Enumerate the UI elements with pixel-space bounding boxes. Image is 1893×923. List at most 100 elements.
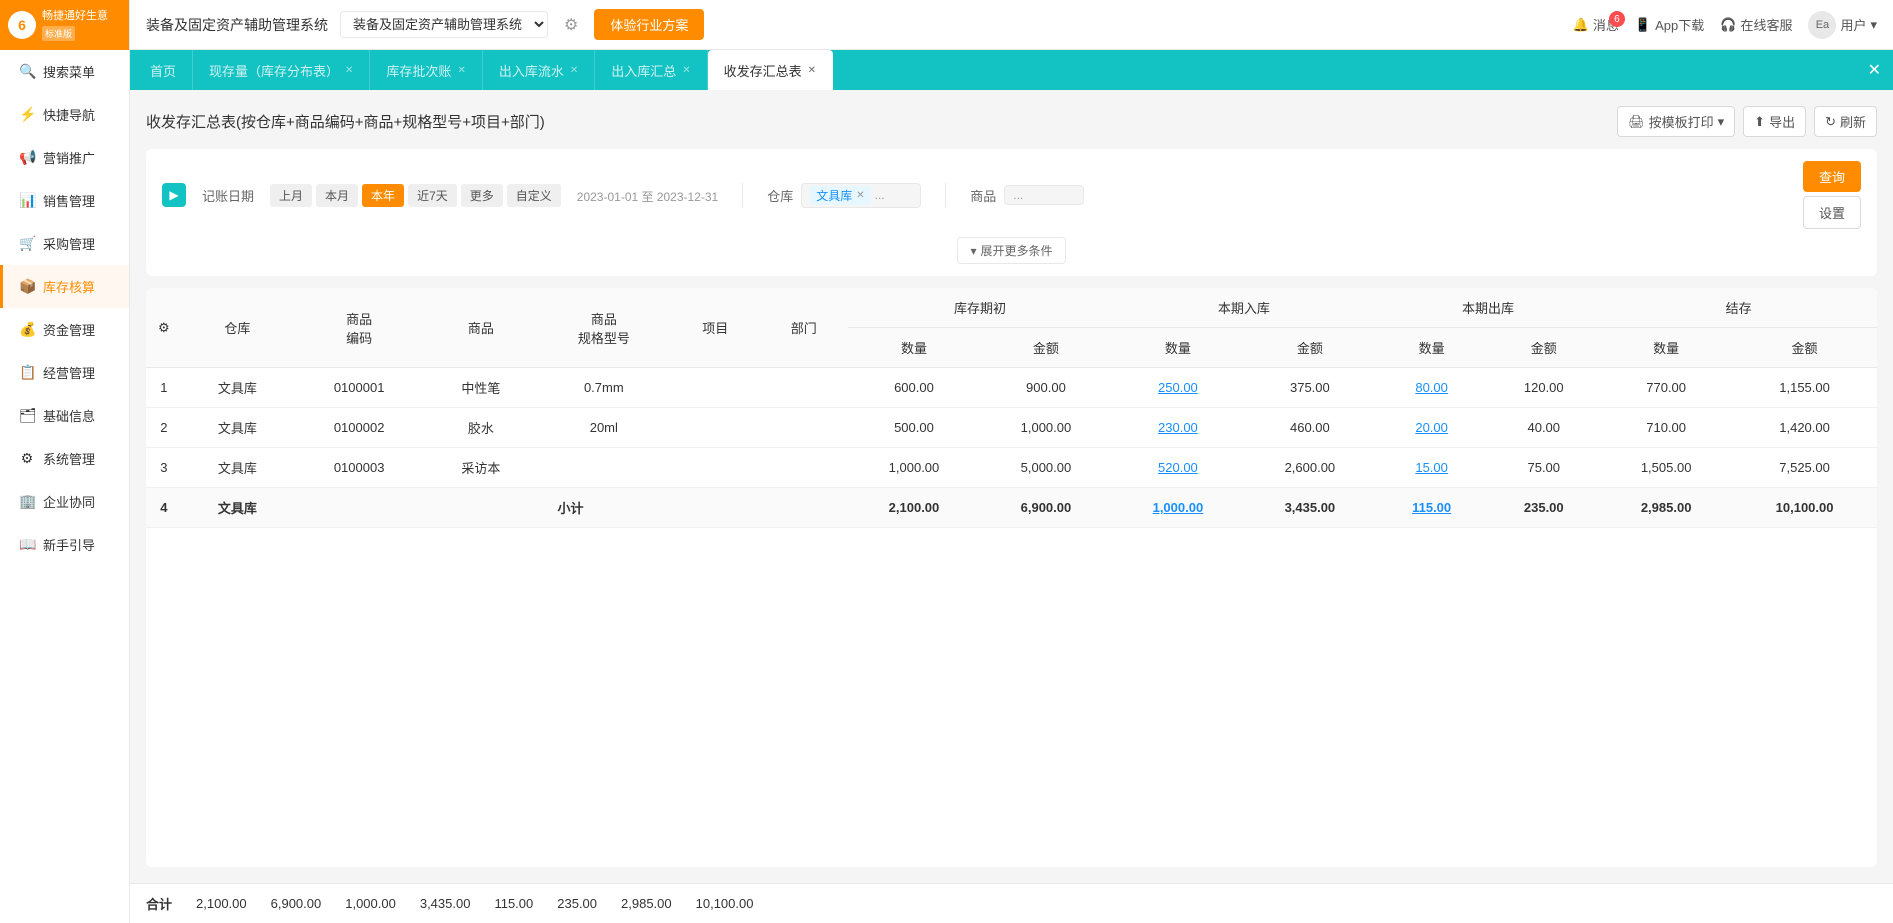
tab-recv-send-summary[interactable]: 收发存汇总表 ✕ (708, 50, 833, 90)
date-btn-7days[interactable]: 近7天 (408, 184, 457, 207)
tab-batch-voucher-label: 库存批次账 (386, 61, 451, 80)
operations-icon: 📋 (19, 364, 35, 381)
filter-toggle-button[interactable]: ▶ (162, 183, 186, 207)
expand-more-conditions-button[interactable]: ▾ 展开更多条件 (957, 237, 1065, 264)
sidebar-item-quick-nav[interactable]: ⚡ 快捷导航 (0, 93, 129, 136)
app-download-item[interactable]: 📱 App下载 (1635, 15, 1704, 34)
refresh-button[interactable]: ↻ 刷新 (1814, 106, 1877, 137)
avatar: Ea (1808, 11, 1836, 39)
sidebar-item-marketing[interactable]: 📢 营销推广 (0, 136, 129, 179)
warehouse-tag-close[interactable]: ✕ (856, 190, 864, 201)
warehouse-tag-container[interactable]: 文具库 ✕ ... (801, 183, 921, 208)
tab-inventory-dist-close[interactable]: ✕ (345, 65, 353, 76)
filter-separator-2 (945, 183, 946, 207)
tab-in-out-summary[interactable]: 出入库汇总 ✕ (595, 50, 707, 90)
close-all-tabs-button[interactable]: ✕ (1860, 60, 1889, 80)
th-product-code: 商品编码 (293, 288, 425, 368)
sidebar-item-sales[interactable]: 📊 销售管理 (0, 179, 129, 222)
warehouse-more[interactable]: ... (875, 188, 885, 202)
sidebar-item-label: 库存核算 (43, 277, 95, 296)
sidebar-item-system[interactable]: ⚙ 系统管理 (0, 437, 129, 480)
cell-period-in-qty[interactable]: 250.00 (1112, 368, 1244, 408)
cell-product-spec (537, 448, 671, 488)
filter-area: ▶ 记账日期 上月 本月 本年 近7天 更多 自定义 2023-01-01 至 … (146, 149, 1877, 276)
system-selector[interactable]: 装备及固定资产辅助管理系统 (340, 11, 548, 38)
sidebar-item-label: 销售管理 (43, 191, 95, 210)
cell-period-out-qty[interactable]: 20.00 (1376, 408, 1488, 448)
sidebar-item-guide[interactable]: 📖 新手引导 (0, 523, 129, 566)
tab-inventory-dist[interactable]: 现存量（库存分布表） ✕ (193, 50, 370, 90)
tab-in-out-summary-close[interactable]: ✕ (682, 65, 690, 76)
th-settings[interactable]: ⚙ (146, 288, 182, 368)
tab-in-out-flow-close[interactable]: ✕ (570, 65, 578, 76)
setting-button[interactable]: 设置 (1803, 196, 1861, 229)
query-button[interactable]: 查询 (1803, 161, 1861, 192)
filter-expand-row: ▾ 展开更多条件 (162, 237, 1861, 264)
sidebar-item-label: 营销推广 (43, 148, 95, 167)
total-period-out-amount: 235.00 (557, 896, 597, 911)
page-content: 收发存汇总表(按仓库+商品编码+商品+规格型号+项目+部门) 🖨 按模板打印 ▾… (130, 90, 1893, 883)
settings-gear-icon[interactable]: ⚙ (560, 11, 582, 39)
cell-project (671, 448, 759, 488)
sidebar-item-enterprise[interactable]: 🏢 企业协同 (0, 480, 129, 523)
th-period-out: 本期出库 (1376, 288, 1600, 328)
main-area: 装备及固定资产辅助管理系统 装备及固定资产辅助管理系统 ⚙ 体验行业方案 🔔 6… (130, 0, 1893, 923)
export-button[interactable]: ⬆ 导出 (1743, 106, 1806, 137)
date-btn-this-year[interactable]: 本年 (362, 184, 404, 207)
cell-period-out-qty[interactable]: 15.00 (1376, 448, 1488, 488)
page-actions: 🖨 按模板打印 ▾ ⬆ 导出 ↻ 刷新 (1617, 106, 1877, 137)
template-print-button[interactable]: 🖨 按模板打印 ▾ (1617, 106, 1735, 137)
subtotal-row: 4 文具库 小计 2,100.00 6,900.00 1,000.00 3,43… (146, 488, 1877, 528)
total-opening-qty: 2,100.00 (196, 896, 247, 911)
sidebar-item-operations[interactable]: 📋 经营管理 (0, 351, 129, 394)
date-range-display: 2023-01-01 至 2023-12-31 (577, 188, 718, 205)
total-opening-amount: 6,900.00 (271, 896, 322, 911)
filter-separator-1 (742, 183, 743, 207)
table-row: 1 文具库 0100001 中性笔 0.7mm 600.00 900.00 25… (146, 368, 1877, 408)
cell-subtotal-opening-amount: 6,900.00 (980, 488, 1112, 528)
system-icon: ⚙ (19, 450, 35, 467)
expand-icon: ▾ (970, 244, 976, 258)
cell-product-code: 0100002 (293, 408, 425, 448)
notification-item[interactable]: 🔔 6 消息 (1573, 15, 1619, 34)
cell-subtotal-period-out-qty[interactable]: 115.00 (1376, 488, 1488, 528)
date-btn-last-month[interactable]: 上月 (270, 184, 312, 207)
sidebar-item-finance[interactable]: 💰 资金管理 (0, 308, 129, 351)
user-label: 用户 (1840, 15, 1866, 34)
product-more[interactable]: ... (1013, 188, 1023, 202)
tab-recv-send-summary-label: 收发存汇总表 (724, 61, 802, 80)
tab-in-out-flow-label: 出入库流水 (499, 61, 564, 80)
cell-subtotal-no: 4 (146, 488, 182, 528)
cell-subtotal-period-in-qty[interactable]: 1,000.00 (1112, 488, 1244, 528)
tab-home[interactable]: 首页 (134, 50, 193, 90)
online-service-item[interactable]: 🎧 在线客服 (1720, 15, 1792, 34)
chevron-down-icon-print: ▾ (1718, 114, 1725, 130)
finance-icon: 💰 (19, 321, 35, 338)
date-btn-this-month[interactable]: 本月 (316, 184, 358, 207)
tab-recv-send-summary-close[interactable]: ✕ (808, 65, 816, 76)
cell-product-name: 采访本 (425, 448, 536, 488)
cell-period-in-qty[interactable]: 230.00 (1112, 408, 1244, 448)
cell-period-in-qty[interactable]: 520.00 (1112, 448, 1244, 488)
sidebar-item-purchase[interactable]: 🛒 采购管理 (0, 222, 129, 265)
date-btn-more[interactable]: 更多 (461, 184, 503, 207)
tab-in-out-flow[interactable]: 出入库流水 ✕ (483, 50, 595, 90)
cell-opening-amount: 900.00 (980, 368, 1112, 408)
cell-closing-qty: 1,505.00 (1600, 448, 1732, 488)
th-department: 部门 (760, 288, 848, 368)
total-period-in-amount: 3,435.00 (420, 896, 471, 911)
tab-batch-voucher[interactable]: 库存批次账 ✕ (370, 50, 482, 90)
cell-period-out-qty[interactable]: 80.00 (1376, 368, 1488, 408)
sidebar-item-search[interactable]: 🔍 搜索菜单 (0, 50, 129, 93)
logo-tag: 标准版 (42, 26, 75, 41)
sidebar-item-inventory[interactable]: 📦 库存核算 (0, 265, 129, 308)
trial-button[interactable]: 体验行业方案 (594, 9, 704, 40)
search-icon: 🔍 (19, 63, 35, 80)
date-btn-custom[interactable]: 自定义 (507, 184, 561, 207)
user-item[interactable]: Ea 用户 ▾ (1808, 11, 1877, 39)
th-period-in: 本期入库 (1112, 288, 1376, 328)
tab-batch-voucher-close[interactable]: ✕ (457, 65, 465, 76)
sidebar-item-basic[interactable]: 🗂 基础信息 (0, 394, 129, 437)
product-tag-container[interactable]: ... (1004, 185, 1084, 205)
product-label: 商品 (970, 186, 996, 205)
